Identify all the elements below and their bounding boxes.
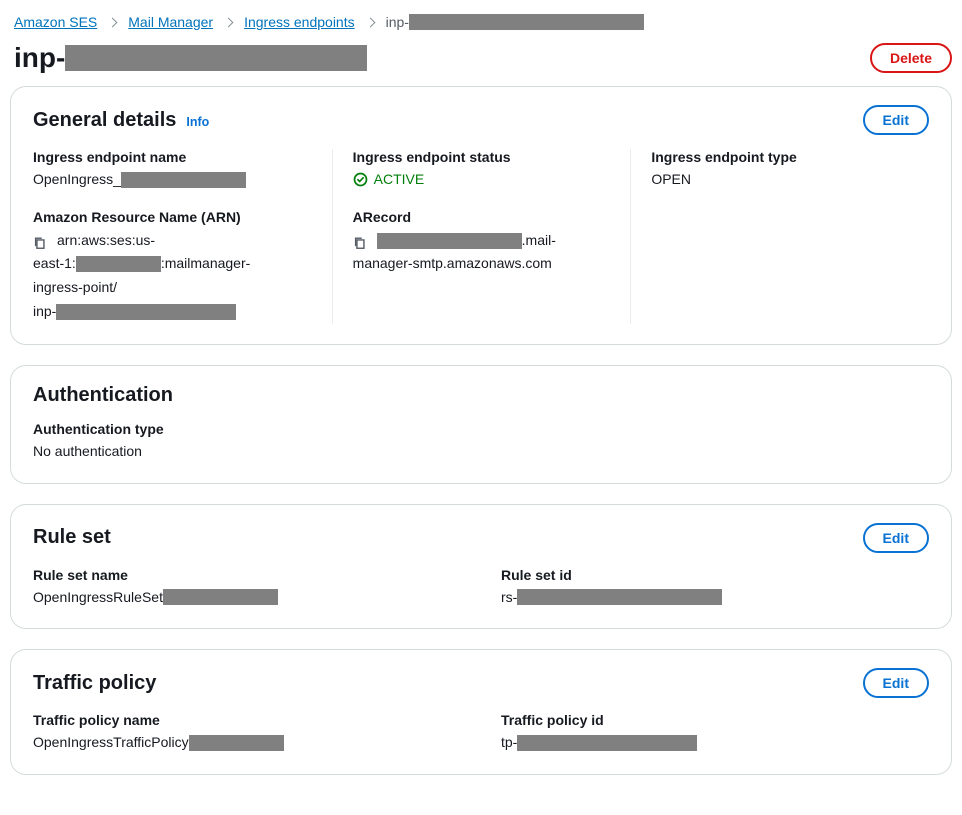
label-arn: Amazon Resource Name (ARN) bbox=[33, 209, 312, 225]
copy-icon[interactable] bbox=[33, 234, 47, 248]
redacted-block bbox=[189, 735, 284, 751]
label-ruleset-name: Rule set name bbox=[33, 567, 461, 583]
redacted-block bbox=[76, 256, 161, 272]
page-header: inp- Delete bbox=[10, 42, 952, 86]
value-endpoint-type: OPEN bbox=[651, 169, 691, 191]
redacted-block bbox=[377, 233, 522, 249]
page-title: inp- bbox=[14, 42, 367, 74]
label-endpoint-type: Ingress endpoint type bbox=[651, 149, 909, 165]
breadcrumb-ingress-endpoints[interactable]: Ingress endpoints bbox=[244, 14, 355, 30]
label-ruleset-id: Rule set id bbox=[501, 567, 909, 583]
chevron-right-icon bbox=[224, 17, 234, 27]
traffic-id-prefix: tp- bbox=[501, 732, 517, 754]
check-circle-icon bbox=[353, 172, 368, 187]
value-arecord: .mail- manager-smtp.amazonaws.com bbox=[353, 229, 611, 277]
arecord-line2: manager-smtp.amazonaws.com bbox=[353, 252, 552, 276]
label-traffic-name: Traffic policy name bbox=[33, 712, 461, 728]
info-link[interactable]: Info bbox=[186, 115, 209, 129]
arecord-suffix1: .mail- bbox=[522, 229, 556, 253]
breadcrumb-current: inp- bbox=[386, 14, 644, 30]
redacted-block bbox=[517, 589, 722, 605]
arn-line3: ingress-point/ bbox=[33, 276, 117, 300]
label-traffic-id: Traffic policy id bbox=[501, 712, 909, 728]
status-badge: ACTIVE bbox=[353, 169, 425, 191]
redacted-block bbox=[65, 45, 367, 71]
redacted-block bbox=[163, 589, 278, 605]
redacted-block bbox=[56, 304, 236, 320]
value-traffic-name: OpenIngressTrafficPolicy bbox=[33, 732, 284, 754]
label-endpoint-name: Ingress endpoint name bbox=[33, 149, 312, 165]
label-arecord: ARecord bbox=[353, 209, 611, 225]
panel-rule-set: Rule set Edit Rule set name OpenIngressR… bbox=[10, 504, 952, 630]
arn-line2a: east-1: bbox=[33, 252, 76, 276]
value-auth-type: No authentication bbox=[33, 441, 142, 463]
panel-traffic-policy: Traffic policy Edit Traffic policy name … bbox=[10, 649, 952, 775]
value-traffic-id: tp- bbox=[501, 732, 697, 754]
traffic-name-prefix: OpenIngressTrafficPolicy bbox=[33, 732, 189, 754]
value-ruleset-id: rs- bbox=[501, 587, 722, 609]
redacted-block bbox=[121, 172, 246, 188]
chevron-right-icon bbox=[365, 17, 375, 27]
panel-title-auth: Authentication bbox=[33, 384, 173, 407]
value-endpoint-name: OpenIngress_ bbox=[33, 169, 246, 191]
copy-icon[interactable] bbox=[353, 234, 367, 248]
breadcrumb-mail-manager[interactable]: Mail Manager bbox=[128, 14, 213, 30]
panel-general-details: General details Info Edit Ingress endpoi… bbox=[10, 86, 952, 345]
edit-traffic-button[interactable]: Edit bbox=[863, 668, 929, 698]
value-ruleset-name: OpenIngressRuleSet bbox=[33, 587, 278, 609]
redacted-block bbox=[517, 735, 697, 751]
ruleset-name-prefix: OpenIngressRuleSet bbox=[33, 587, 163, 609]
redacted-block bbox=[409, 14, 644, 30]
panel-authentication: Authentication Authentication type No au… bbox=[10, 365, 952, 484]
arn-line4-prefix: inp- bbox=[33, 300, 56, 324]
chevron-right-icon bbox=[108, 17, 118, 27]
panel-title-traffic: Traffic policy bbox=[33, 672, 156, 695]
value-arn: arn:aws:ses:us- east-1: :mailmanager- ing… bbox=[33, 229, 312, 324]
arn-line2b: :mailmanager- bbox=[161, 252, 250, 276]
panel-title-general: General details bbox=[33, 109, 176, 132]
label-endpoint-status: Ingress endpoint status bbox=[353, 149, 611, 165]
breadcrumb-ses[interactable]: Amazon SES bbox=[14, 14, 97, 30]
endpoint-name-prefix: OpenIngress_ bbox=[33, 169, 121, 191]
status-text: ACTIVE bbox=[374, 169, 425, 191]
delete-button[interactable]: Delete bbox=[870, 43, 952, 73]
breadcrumb-current-prefix: inp- bbox=[386, 14, 409, 30]
page-title-prefix: inp- bbox=[14, 42, 65, 74]
ruleset-id-prefix: rs- bbox=[501, 587, 517, 609]
panel-title-ruleset: Rule set bbox=[33, 526, 111, 549]
edit-general-button[interactable]: Edit bbox=[863, 105, 929, 135]
label-auth-type: Authentication type bbox=[33, 421, 929, 437]
arn-line1: arn:aws:ses:us- bbox=[57, 229, 155, 253]
breadcrumb: Amazon SES Mail Manager Ingress endpoint… bbox=[10, 10, 952, 42]
edit-ruleset-button[interactable]: Edit bbox=[863, 523, 929, 553]
